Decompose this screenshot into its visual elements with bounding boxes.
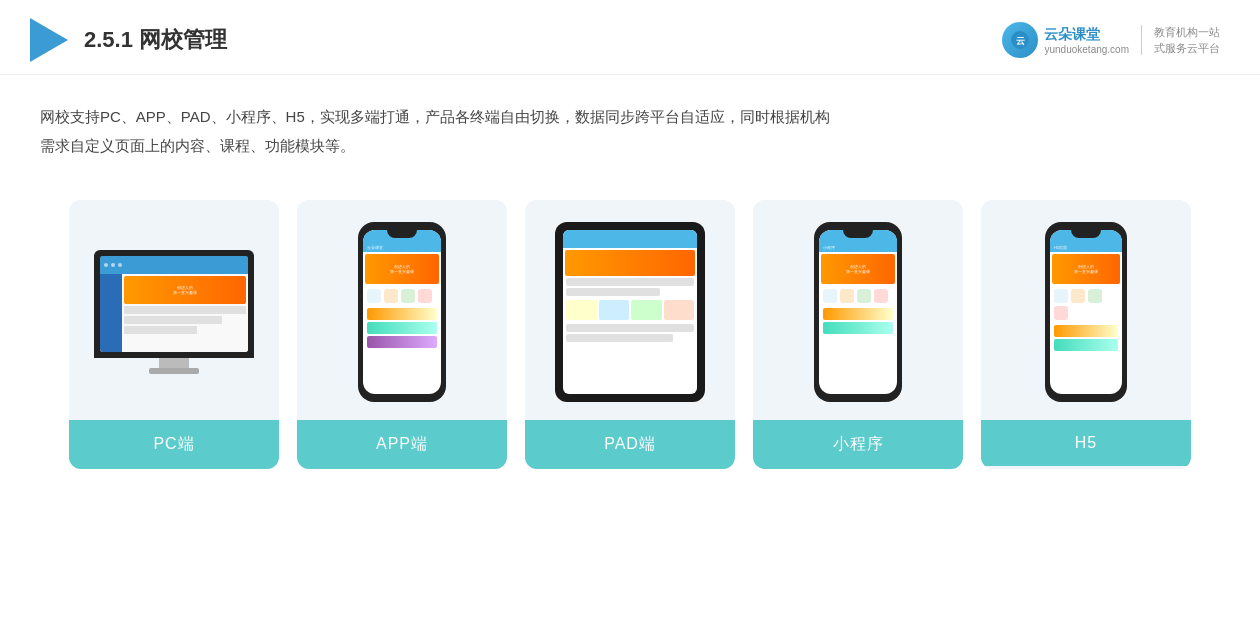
svg-text:云: 云	[1016, 36, 1025, 46]
brand-logo: 云 云朵课堂 yunduoketang.com 教育机构一站 式服务云平台	[1002, 22, 1220, 58]
header-right: 云 云朵课堂 yunduoketang.com 教育机构一站 式服务云平台	[1002, 22, 1220, 58]
brand-divider	[1141, 25, 1142, 55]
h5-image-area: H5页面 创进人的第一堂兴趣课	[981, 200, 1191, 420]
header-left: 2.5.1 网校管理	[30, 18, 227, 62]
app-phone-screen: 云朵课堂 创进人的第一堂兴趣课	[363, 230, 441, 394]
tablet-mockup	[555, 222, 705, 402]
description-text: 网校支持PC、APP、PAD、小程序、H5，实现多端打通，产品各终端自由切换，数…	[0, 75, 1260, 170]
pad-image-area	[525, 200, 735, 420]
tablet-screen	[563, 230, 697, 394]
header: 2.5.1 网校管理 云 云朵课堂 yunduoketang.com 教	[0, 0, 1260, 75]
brand-icon: 云	[1002, 22, 1038, 58]
pc-mockup: 创进人的第一堂兴趣课	[94, 250, 254, 374]
h5-phone-mockup: H5页面 创进人的第一堂兴趣课	[1045, 222, 1127, 402]
miniprogram-phone-mockup: 小程序 创进人的第一堂兴趣课	[814, 222, 902, 402]
logo-triangle-icon	[30, 18, 68, 62]
app-phone-mockup: 云朵课堂 创进人的第一堂兴趣课	[358, 222, 446, 402]
monitor: 创进人的第一堂兴趣课	[94, 250, 254, 358]
monitor-screen: 创进人的第一堂兴趣课	[100, 256, 248, 352]
pad-card: PAD端	[525, 200, 735, 469]
page: 2.5.1 网校管理 云 云朵课堂 yunduoketang.com 教	[0, 0, 1260, 630]
page-title: 2.5.1 网校管理	[84, 25, 227, 55]
pc-label: PC端	[69, 420, 279, 469]
brand-slogan: 教育机构一站 式服务云平台	[1154, 24, 1220, 57]
cards-container: 创进人的第一堂兴趣课 PC端	[0, 170, 1260, 489]
pad-label: PAD端	[525, 420, 735, 469]
app-card: 云朵课堂 创进人的第一堂兴趣课	[297, 200, 507, 469]
miniprogram-card: 小程序 创进人的第一堂兴趣课	[753, 200, 963, 469]
miniprogram-image-area: 小程序 创进人的第一堂兴趣课	[753, 200, 963, 420]
pc-card: 创进人的第一堂兴趣课 PC端	[69, 200, 279, 469]
h5-label: H5	[981, 420, 1191, 466]
miniprogram-label: 小程序	[753, 420, 963, 469]
miniprogram-phone-screen: 小程序 创进人的第一堂兴趣课	[819, 230, 897, 394]
app-label: APP端	[297, 420, 507, 469]
h5-phone-screen: H5页面 创进人的第一堂兴趣课	[1050, 230, 1122, 394]
brand-text: 云朵课堂 yunduoketang.com	[1044, 26, 1129, 55]
pc-image-area: 创进人的第一堂兴趣课	[69, 200, 279, 420]
h5-card: H5页面 创进人的第一堂兴趣课	[981, 200, 1191, 469]
app-image-area: 云朵课堂 创进人的第一堂兴趣课	[297, 200, 507, 420]
